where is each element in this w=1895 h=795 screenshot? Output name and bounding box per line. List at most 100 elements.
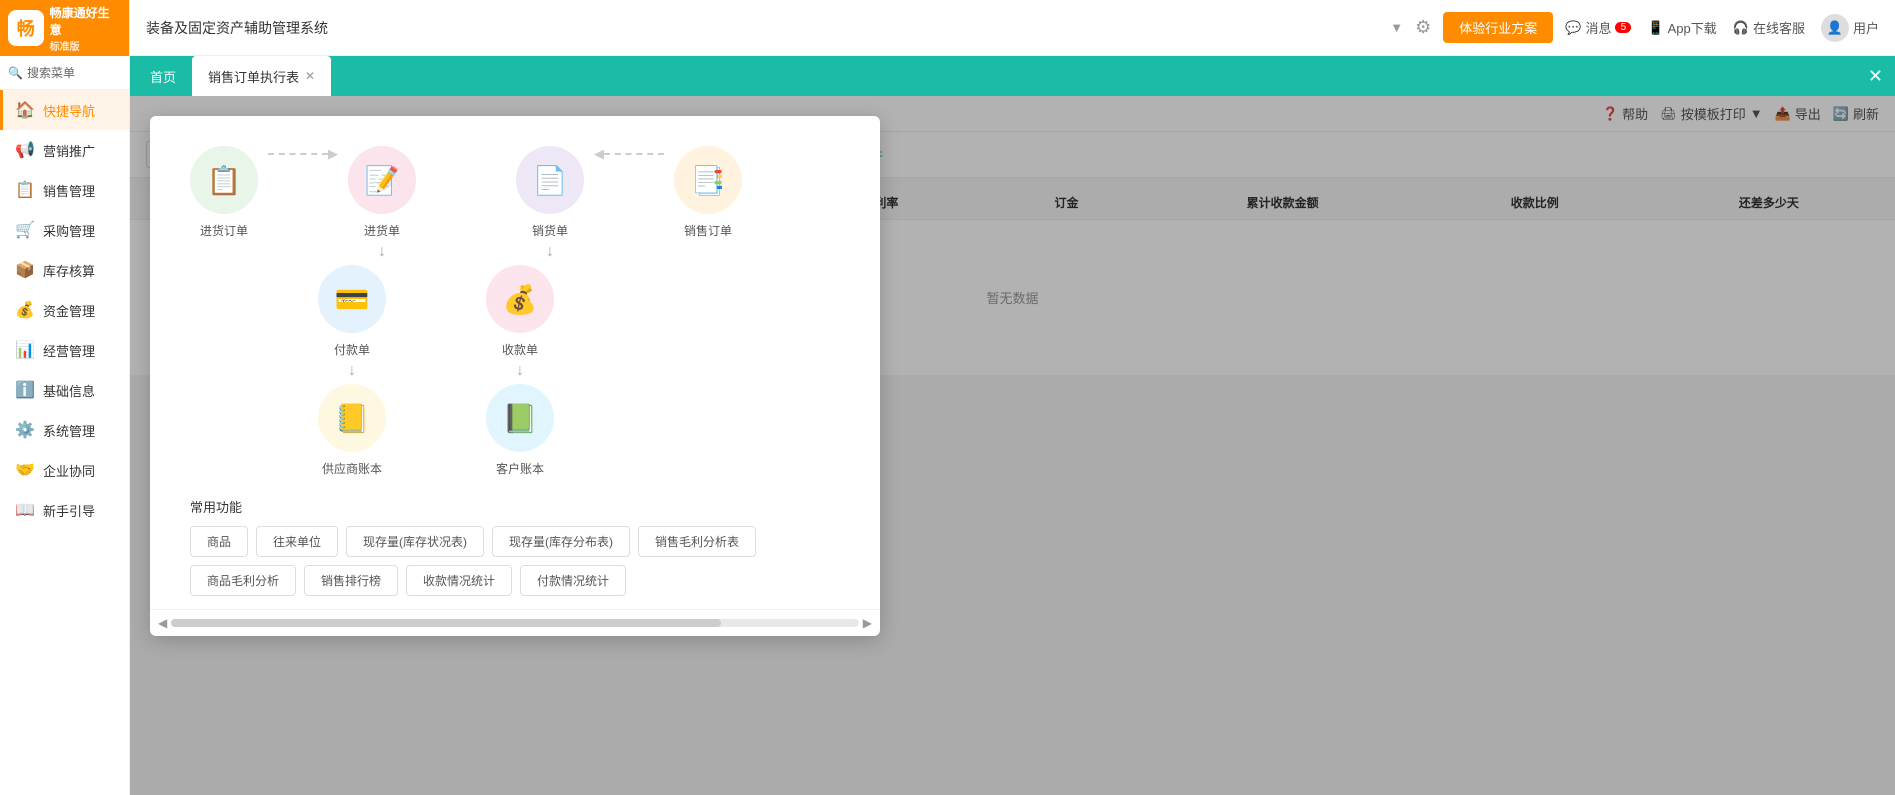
sidebar-item-icon-1: 📢 <box>15 140 35 160</box>
scroll-track[interactable] <box>171 619 859 627</box>
search-menu-label: 搜索菜单 <box>27 64 75 81</box>
sidebar-item-5[interactable]: 💰 资金管理 <box>0 290 129 330</box>
message-badge: 5 <box>1615 22 1631 33</box>
flow-row-2: 💳 付款单 ↓ 💰 <box>190 265 840 384</box>
common-btn-8[interactable]: 付款情况统计 <box>520 565 626 596</box>
sidebar-item-9[interactable]: 🤝企业协同 <box>0 450 129 490</box>
tab-close-icon[interactable]: ✕ <box>305 69 315 83</box>
common-btn-0[interactable]: 商品 <box>190 526 248 557</box>
flow-col-receipt: 💰 收款单 ↓ <box>486 265 554 384</box>
sidebar-item-label-1: 营销推广 <box>43 141 95 160</box>
sidebar-item-label-0: 快捷导航 <box>43 101 95 120</box>
flow-node-receipt[interactable]: 💰 收款单 <box>486 265 554 358</box>
common-btn-3[interactable]: 现存量(库存分布表) <box>492 526 630 557</box>
download-icon: 📱 <box>1647 20 1663 36</box>
dialog-overlay: 📋 进货订单 ▶ <box>130 96 1895 795</box>
experience-btn[interactable]: 体验行业方案 <box>1443 12 1553 43</box>
flow-node-purchase-order[interactable]: 📋 进货订单 <box>190 146 258 239</box>
arrow-sales-down: ↓ <box>546 243 554 261</box>
sidebar-item-10[interactable]: 📖新手引导 <box>0 490 129 530</box>
sidebar-nav: 🏠快捷导航 📢 营销推广 📋 销售管理 🛒 采购管理 📦库存核算 💰 资金管理 📊经营管理ℹ️基础信… <box>0 90 129 530</box>
common-btn-7[interactable]: 收款情况统计 <box>406 565 512 596</box>
user-btn[interactable]: 👤 用户 <box>1821 14 1879 42</box>
main-area: 装备及固定资产辅助管理系统 ▼ ⚙ 体验行业方案 💬 消息 5 📱 App下载 … <box>130 0 1895 795</box>
topbar: 装备及固定资产辅助管理系统 ▼ ⚙ 体验行业方案 💬 消息 5 📱 App下载 … <box>130 0 1895 56</box>
online-service-btn[interactable]: 🎧 在线客服 <box>1733 18 1805 37</box>
flow-row-1: 📋 进货订单 ▶ <box>190 146 840 265</box>
sidebar-item-label-2: 销售管理 <box>43 181 95 200</box>
common-btn-1[interactable]: 往来单位 <box>256 526 338 557</box>
sidebar-item-2[interactable]: 📋 销售管理 <box>0 170 129 210</box>
common-btn-5[interactable]: 商品毛利分析 <box>190 565 296 596</box>
common-functions-title: 常用功能 <box>190 497 840 516</box>
scroll-thumb <box>171 619 721 627</box>
purchase-order-label: 进货订单 <box>200 222 248 239</box>
sidebar-item-0[interactable]: 🏠快捷导航 <box>0 90 129 130</box>
customer-ledger-circle: 📗 <box>486 384 554 452</box>
sidebar-item-label-8: 系统管理 <box>43 421 95 440</box>
app-logo: 畅 畅康通好生意 标准版 <box>0 0 129 56</box>
settings-icon[interactable]: ⚙ <box>1415 17 1431 38</box>
dropdown-arrow-icon: ▼ <box>1390 20 1403 35</box>
dialog-body: 📋 进货订单 ▶ <box>150 116 880 609</box>
sidebar-item-label-3: 采购管理 <box>43 221 95 240</box>
flow-node-sales-order[interactable]: 📑 销售订单 <box>674 146 742 239</box>
sales-label: 销货单 <box>532 222 568 239</box>
customer-ledger-label: 客户账本 <box>496 460 544 477</box>
purchase-label: 进货单 <box>364 222 400 239</box>
sidebar-item-8[interactable]: ⚙️系统管理 <box>0 410 129 450</box>
tab-home[interactable]: 首页 <box>134 56 192 96</box>
supplier-ledger-label: 供应商账本 <box>322 460 382 477</box>
flow-node-purchase[interactable]: 📝 进货单 <box>348 146 416 239</box>
logo-icon: 畅 <box>8 10 44 46</box>
sidebar-item-icon-7: ℹ️ <box>15 380 35 400</box>
arrow-purchase-to-in: ▶ <box>258 146 348 162</box>
flow-col-purchase-order: 📋 进货订单 <box>190 146 258 239</box>
receipt-label: 收款单 <box>502 341 538 358</box>
sidebar-item-label-9: 企业协同 <box>43 461 95 480</box>
flow-col-sales: 📄 销货单 ↓ <box>516 146 584 265</box>
dialog-scrollbar[interactable]: ◀ ▶ <box>150 609 880 636</box>
flow-dialog: 📋 进货订单 ▶ <box>150 116 880 636</box>
common-btn-4[interactable]: 销售毛利分析表 <box>638 526 756 557</box>
scroll-right-arrow[interactable]: ▶ <box>863 616 872 630</box>
app-download-btn[interactable]: 📱 App下载 <box>1647 18 1716 37</box>
sidebar-item-label-5: 资金管理 <box>43 301 95 320</box>
service-icon: 🎧 <box>1733 20 1749 36</box>
scroll-left-arrow[interactable]: ◀ <box>158 616 167 630</box>
tabbar-close-btn[interactable]: ✕ <box>1860 66 1891 87</box>
message-btn[interactable]: 💬 消息 5 <box>1565 18 1631 37</box>
common-btn-6[interactable]: 销售排行榜 <box>304 565 398 596</box>
flow-node-payment[interactable]: 💳 付款单 <box>318 265 386 358</box>
sidebar-item-3[interactable]: 🛒 采购管理 <box>0 210 129 250</box>
content-area: ❓ 帮助 🖨 按模板打印 ▼ 📤 导出 🔄 刷新 — 📅 <box>130 96 1895 795</box>
supplier-ledger-circle: 📒 <box>318 384 386 452</box>
sidebar-item-6[interactable]: 📊经营管理 <box>0 330 129 370</box>
sidebar-item-icon-3: 🛒 <box>15 220 35 240</box>
arrow-purchase-down: ↓ <box>378 243 386 261</box>
system-title: 装备及固定资产辅助管理系统 <box>146 18 1378 38</box>
flow-col-payment: 💳 付款单 ↓ <box>318 265 386 384</box>
flow-col-purchase: 📝 进货单 ↓ <box>348 146 416 265</box>
avatar: 👤 <box>1821 14 1849 42</box>
sidebar-item-icon-5: 💰 <box>15 300 35 320</box>
arrow-sales-order-to-sales: ◀ <box>584 146 674 162</box>
tab-home-label: 首页 <box>150 67 176 86</box>
sidebar-item-1[interactable]: 📢 营销推广 <box>0 130 129 170</box>
flow-node-supplier-ledger[interactable]: 📒 供应商账本 <box>318 384 386 477</box>
common-btn-2[interactable]: 现存量(库存状况表) <box>346 526 484 557</box>
sales-order-label: 销售订单 <box>684 222 732 239</box>
sidebar-item-icon-6: 📊 <box>15 340 35 360</box>
search-menu[interactable]: 🔍 搜索菜单 <box>0 56 129 90</box>
tab-sales-order[interactable]: 销售订单执行表 ✕ <box>192 56 331 96</box>
topbar-right: 💬 消息 5 📱 App下载 🎧 在线客服 👤 用户 <box>1565 14 1879 42</box>
flow-node-sales[interactable]: 📄 销货单 <box>516 146 584 239</box>
sales-circle: 📄 <box>516 146 584 214</box>
sales-order-circle: 📑 <box>674 146 742 214</box>
app-sub: 标准版 <box>50 38 121 53</box>
sidebar-item-4[interactable]: 📦库存核算 <box>0 250 129 290</box>
flow-col-customer-ledger: 📗 客户账本 <box>486 384 554 477</box>
sidebar-item-7[interactable]: ℹ️基础信息 <box>0 370 129 410</box>
sidebar-item-icon-2: 📋 <box>15 180 35 200</box>
flow-node-customer-ledger[interactable]: 📗 客户账本 <box>486 384 554 477</box>
